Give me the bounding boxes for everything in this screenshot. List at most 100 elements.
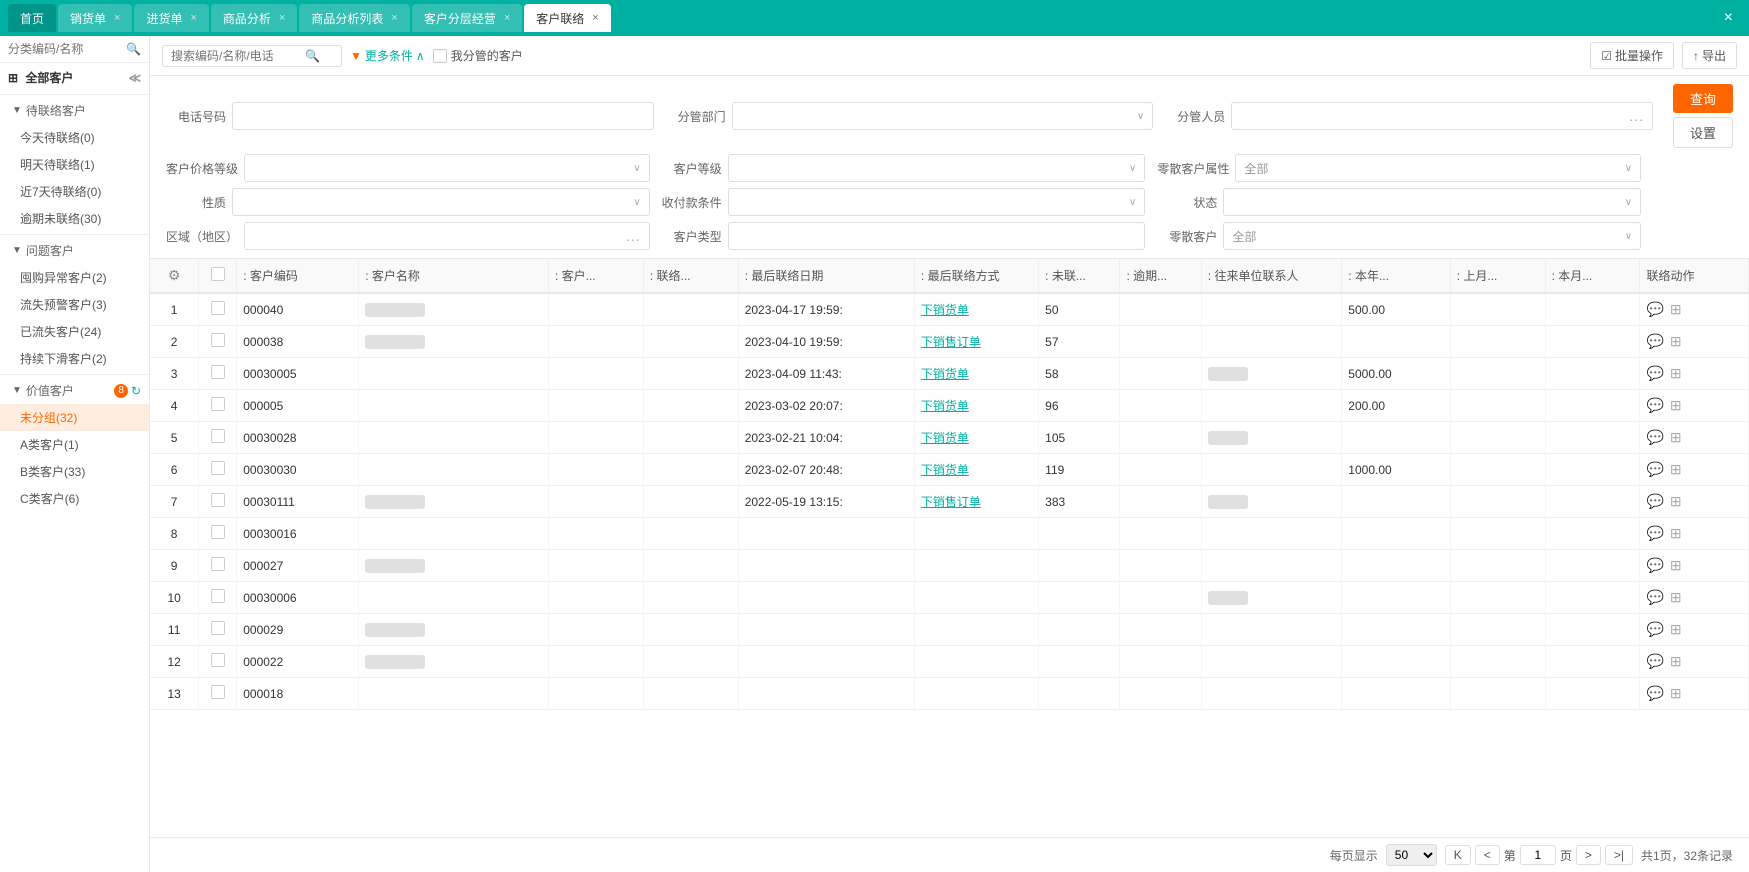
grid-icon[interactable]: ⊞ <box>1670 333 1682 350</box>
cell-check[interactable] <box>199 486 237 518</box>
chat-icon[interactable]: 💬 <box>1646 429 1663 446</box>
chat-icon[interactable]: 💬 <box>1646 653 1663 670</box>
tab-goods-list-close[interactable]: × <box>391 12 397 24</box>
chat-icon[interactable]: 💬 <box>1646 365 1663 382</box>
sidebar-item-7days[interactable]: 近7天待联络(0) <box>0 178 149 205</box>
chat-icon[interactable]: 💬 <box>1646 397 1663 414</box>
grid-icon[interactable]: ⊞ <box>1670 397 1682 414</box>
grid-icon[interactable]: ⊞ <box>1670 653 1682 670</box>
grid-icon[interactable]: ⊞ <box>1670 429 1682 446</box>
row-checkbox[interactable] <box>211 557 225 571</box>
filter-search-icon[interactable]: 🔍 <box>305 49 320 63</box>
last-method-link[interactable]: 下销货单 <box>921 303 969 317</box>
row-checkbox[interactable] <box>211 493 225 507</box>
grid-icon[interactable]: ⊞ <box>1670 685 1682 702</box>
chat-icon[interactable]: 💬 <box>1646 493 1663 510</box>
cell-check[interactable] <box>199 422 237 454</box>
phone-input[interactable] <box>232 102 654 130</box>
cell-last-method[interactable]: 下销货单 <box>914 358 1038 390</box>
row-checkbox[interactable] <box>211 461 225 475</box>
row-checkbox[interactable] <box>211 333 225 347</box>
close-all-button[interactable]: × <box>1716 9 1741 27</box>
cell-last-method[interactable]: 下销货单 <box>914 422 1038 454</box>
sidebar-item-class-c[interactable]: C类客户(6) <box>0 485 149 512</box>
cell-last-method[interactable] <box>914 550 1038 582</box>
cell-check[interactable] <box>199 678 237 710</box>
my-customers-checkbox[interactable] <box>433 49 447 63</box>
customer-type-input[interactable] <box>728 222 1146 250</box>
sidebar-item-class-b[interactable]: B类客户(33) <box>0 458 149 485</box>
last-method-link[interactable]: 下销货单 <box>921 399 969 413</box>
cell-check[interactable] <box>199 550 237 582</box>
grid-icon[interactable]: ⊞ <box>1670 589 1682 606</box>
chat-icon[interactable]: 💬 <box>1646 461 1663 478</box>
grid-icon[interactable]: ⊞ <box>1670 525 1682 542</box>
reset-button[interactable]: 设置 <box>1673 117 1733 148</box>
cell-last-method[interactable]: 下销货单 <box>914 390 1038 422</box>
header-checkbox[interactable] <box>211 267 225 281</box>
sidebar-search-input[interactable] <box>8 42 122 56</box>
tab-purchase-close[interactable]: × <box>190 12 196 24</box>
cell-check[interactable] <box>199 614 237 646</box>
payment-select[interactable]: ∨ <box>728 188 1146 216</box>
sidebar-search-icon[interactable]: 🔍 <box>126 42 141 56</box>
row-checkbox[interactable] <box>211 525 225 539</box>
more-conditions-button[interactable]: ▼ 更多条件 ∧ <box>350 47 425 64</box>
col-header-settings[interactable]: ⚙ <box>150 259 199 293</box>
cell-check[interactable] <box>199 518 237 550</box>
cell-last-method[interactable]: 下销货单 <box>914 293 1038 326</box>
per-page-select[interactable]: 50 100 200 <box>1386 844 1437 866</box>
cell-last-method[interactable] <box>914 646 1038 678</box>
last-method-link[interactable]: 下销售订单 <box>921 495 981 509</box>
grid-icon[interactable]: ⊞ <box>1670 621 1682 638</box>
sidebar-item-declining[interactable]: 持续下滑客户(2) <box>0 345 149 372</box>
tab-customer-layer-close[interactable]: × <box>504 12 510 24</box>
chat-icon[interactable]: 💬 <box>1646 557 1663 574</box>
tab-customer-layer[interactable]: 客户分层经营 × <box>412 4 522 32</box>
grid-icon[interactable]: ⊞ <box>1670 493 1682 510</box>
customer-level-select[interactable]: ∨ <box>728 154 1146 182</box>
sidebar-item-abnormal[interactable]: 囤购异常客户(2) <box>0 264 149 291</box>
cell-last-method[interactable]: 下销售订单 <box>914 486 1038 518</box>
last-method-link[interactable]: 下销货单 <box>921 367 969 381</box>
grid-icon[interactable]: ⊞ <box>1670 557 1682 574</box>
chat-icon[interactable]: 💬 <box>1646 333 1663 350</box>
cell-last-method[interactable]: 下销售订单 <box>914 326 1038 358</box>
last-method-link[interactable]: 下销货单 <box>921 463 969 477</box>
sidebar-item-churned[interactable]: 已流失客户(24) <box>0 318 149 345</box>
tab-sales-close[interactable]: × <box>114 12 120 24</box>
area-input[interactable]: ... <box>244 222 650 250</box>
chat-icon[interactable]: 💬 <box>1646 621 1663 638</box>
chat-icon[interactable]: 💬 <box>1646 685 1663 702</box>
row-checkbox[interactable] <box>211 301 225 315</box>
person-select[interactable]: ... <box>1231 102 1653 130</box>
cell-check[interactable] <box>199 358 237 390</box>
cell-check[interactable] <box>199 646 237 678</box>
cell-last-method[interactable] <box>914 518 1038 550</box>
last-page-button[interactable]: >| <box>1605 845 1633 865</box>
cell-check[interactable] <box>199 454 237 486</box>
row-checkbox[interactable] <box>211 429 225 443</box>
tab-sales[interactable]: 销货单 × <box>58 4 132 32</box>
sidebar-item-overdue[interactable]: 逾期未联络(30) <box>0 205 149 232</box>
row-checkbox[interactable] <box>211 365 225 379</box>
row-checkbox[interactable] <box>211 653 225 667</box>
row-checkbox[interactable] <box>211 589 225 603</box>
chat-icon[interactable]: 💬 <box>1646 525 1663 542</box>
tab-customer-contact-close[interactable]: × <box>592 12 598 24</box>
tab-goods-analysis-close[interactable]: × <box>279 12 285 24</box>
export-button[interactable]: ↑ 导出 <box>1682 42 1737 69</box>
current-page-input[interactable] <box>1520 845 1556 865</box>
sidebar-group-problem[interactable]: ▼ 问题客户 <box>0 237 149 264</box>
last-method-link[interactable]: 下销货单 <box>921 431 969 445</box>
row-checkbox[interactable] <box>211 397 225 411</box>
next-page-button[interactable]: > <box>1576 845 1601 865</box>
sidebar-group-pending[interactable]: ▼ 待联络客户 <box>0 97 149 124</box>
tab-home[interactable]: 首页 <box>8 4 56 32</box>
query-button[interactable]: 查询 <box>1673 84 1733 113</box>
last-method-link[interactable]: 下销售订单 <box>921 335 981 349</box>
cell-last-method[interactable] <box>914 614 1038 646</box>
grid-icon[interactable]: ⊞ <box>1670 461 1682 478</box>
sidebar-item-tomorrow[interactable]: 明天待联络(1) <box>0 151 149 178</box>
refresh-icon[interactable]: ↻ <box>131 384 141 398</box>
